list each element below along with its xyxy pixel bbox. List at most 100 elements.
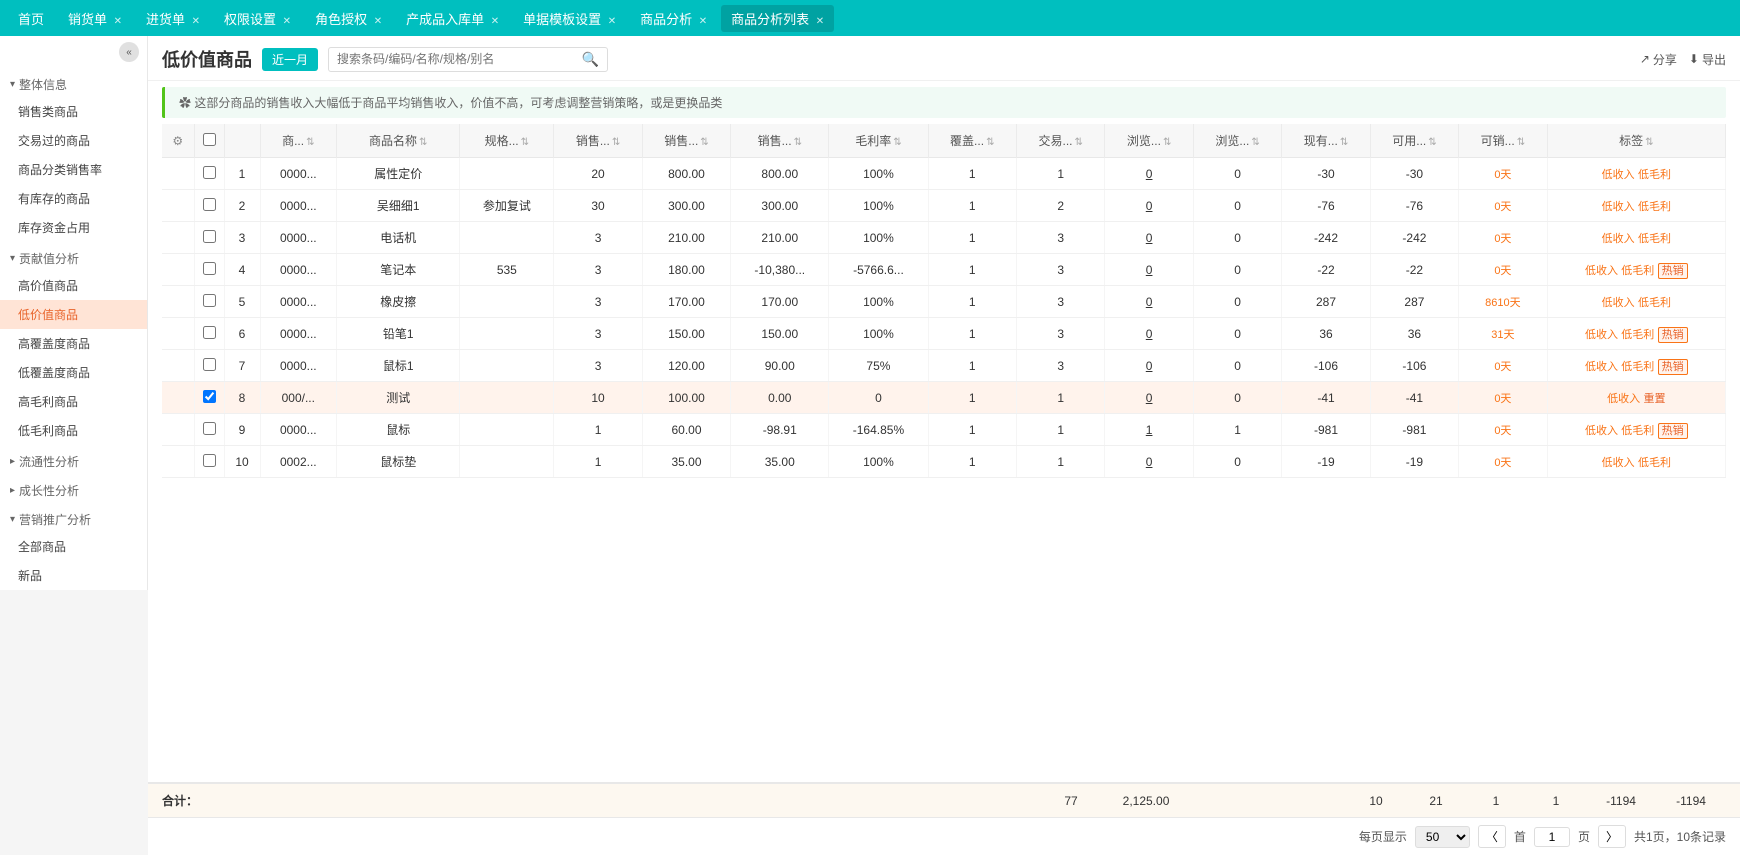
- sidebar-collapse-button[interactable]: «: [119, 42, 139, 62]
- close-product-inbound-icon[interactable]: ✕: [491, 16, 499, 27]
- close-product-analysis-list-icon[interactable]: ✕: [816, 16, 824, 27]
- sidebar-group-marketing[interactable]: ▾ 营销推广分析: [0, 503, 147, 532]
- select-all-checkbox[interactable]: [203, 133, 216, 146]
- browse1-link[interactable]: 0: [1146, 263, 1153, 277]
- nav-role-auth[interactable]: 角色授权 ✕: [305, 5, 392, 32]
- table-row: 3 0000... 电话机 3 210.00 210.00 100% 1 3 0…: [162, 222, 1726, 254]
- close-purchase-order-icon[interactable]: ✕: [192, 16, 200, 27]
- browse1-link[interactable]: 0: [1146, 391, 1153, 405]
- sidebar-group-overall-info[interactable]: ▾ 整体信息: [0, 68, 147, 97]
- table-container[interactable]: ⚙ 商...⇅ 商品名称⇅ 规格...⇅ 销售...⇅ 销售...⇅ 销售...…: [148, 124, 1740, 782]
- per-page-select[interactable]: 50 100: [1415, 826, 1470, 848]
- browse1-link[interactable]: 0: [1146, 359, 1153, 373]
- row-checkbox[interactable]: [203, 358, 216, 371]
- cell-browse1[interactable]: 0: [1105, 222, 1193, 254]
- sidebar-item-stock-products[interactable]: 有库存的商品: [0, 184, 147, 213]
- total-sales-qty: 77: [1036, 794, 1106, 808]
- nav-product-analysis-list[interactable]: 商品分析列表 ✕: [721, 5, 834, 32]
- th-gear[interactable]: ⚙: [162, 124, 194, 158]
- export-button[interactable]: ⬇ 导出: [1689, 51, 1726, 68]
- cell-browse1[interactable]: 0: [1105, 446, 1193, 478]
- next-page-button[interactable]: 〉: [1598, 825, 1626, 848]
- browse1-link[interactable]: 0: [1146, 327, 1153, 341]
- search-input[interactable]: [337, 52, 577, 66]
- nav-purchase-order[interactable]: 进货单 ✕: [136, 5, 210, 32]
- row-checkbox[interactable]: [203, 390, 216, 403]
- cell-browse1[interactable]: 0: [1105, 190, 1193, 222]
- th-gross-rate[interactable]: 毛利率⇅: [829, 124, 928, 158]
- sidebar-item-all-products[interactable]: 全部商品: [0, 532, 147, 561]
- cell-browse1[interactable]: 1: [1105, 414, 1193, 446]
- nav-product-analysis[interactable]: 商品分析 ✕: [630, 5, 717, 32]
- th-available[interactable]: 可用...⇅: [1370, 124, 1458, 158]
- cell-num: 5: [224, 286, 260, 318]
- row-checkbox[interactable]: [203, 230, 216, 243]
- th-sellable[interactable]: 可销...⇅: [1459, 124, 1547, 158]
- cell-browse1[interactable]: 0: [1105, 318, 1193, 350]
- cell-sales-amt: 210.00: [642, 222, 730, 254]
- sidebar-item-low-coverage[interactable]: 低覆盖度商品: [0, 358, 147, 387]
- close-sales-order-icon[interactable]: ✕: [114, 16, 122, 27]
- sidebar-item-new-products[interactable]: 新品: [0, 561, 147, 590]
- th-sales-qty[interactable]: 销售...⇅: [554, 124, 642, 158]
- row-checkbox[interactable]: [203, 422, 216, 435]
- nav-permissions[interactable]: 权限设置 ✕: [214, 5, 301, 32]
- th-code[interactable]: 商...⇅: [260, 124, 337, 158]
- th-coverage[interactable]: 覆盖...⇅: [928, 124, 1016, 158]
- page-number-input[interactable]: [1534, 827, 1570, 847]
- days-label: 0天: [1494, 425, 1511, 437]
- cell-browse1[interactable]: 0: [1105, 158, 1193, 190]
- browse1-link[interactable]: 0: [1146, 295, 1153, 309]
- sidebar-group-growth[interactable]: ▸ 成长性分析: [0, 474, 147, 503]
- time-filter-button[interactable]: 近一月: [262, 48, 318, 71]
- nav-template-settings[interactable]: 单据模板设置 ✕: [513, 5, 626, 32]
- th-tags[interactable]: 标签⇅: [1547, 124, 1725, 158]
- nav-sales-order[interactable]: 销货单 ✕: [58, 5, 132, 32]
- browse1-link[interactable]: 0: [1146, 167, 1153, 181]
- cell-browse1[interactable]: 0: [1105, 350, 1193, 382]
- close-template-icon[interactable]: ✕: [608, 16, 616, 27]
- sidebar-item-high-coverage[interactable]: 高覆盖度商品: [0, 329, 147, 358]
- th-browse2[interactable]: 浏览...⇅: [1193, 124, 1281, 158]
- th-current-stock[interactable]: 现有...⇅: [1282, 124, 1370, 158]
- th-browse1[interactable]: 浏览...⇅: [1105, 124, 1193, 158]
- th-sales-amt[interactable]: 销售...⇅: [642, 124, 730, 158]
- row-checkbox[interactable]: [203, 198, 216, 211]
- sidebar-group-liquidity[interactable]: ▸ 流通性分析: [0, 445, 147, 474]
- browse1-link[interactable]: 0: [1146, 231, 1153, 245]
- row-checkbox[interactable]: [203, 294, 216, 307]
- row-checkbox[interactable]: [203, 166, 216, 179]
- share-button[interactable]: ↗ 分享: [1640, 51, 1677, 68]
- table-row: 1 0000... 属性定价 20 800.00 800.00 100% 1 1…: [162, 158, 1726, 190]
- sidebar-item-high-profit[interactable]: 高毛利商品: [0, 387, 147, 416]
- browse1-link[interactable]: 0: [1146, 199, 1153, 213]
- th-trade[interactable]: 交易...⇅: [1016, 124, 1104, 158]
- sidebar-item-category-sales-rate[interactable]: 商品分类销售率: [0, 155, 147, 184]
- th-sales-profit[interactable]: 销售...⇅: [731, 124, 829, 158]
- cell-browse1[interactable]: 0: [1105, 254, 1193, 286]
- cell-browse1[interactable]: 0: [1105, 286, 1193, 318]
- sidebar-item-low-value[interactable]: 低价值商品: [0, 300, 147, 329]
- close-role-auth-icon[interactable]: ✕: [374, 16, 382, 27]
- row-checkbox[interactable]: [203, 262, 216, 275]
- sidebar-item-stock-funds[interactable]: 库存资金占用: [0, 213, 147, 242]
- nav-product-inbound[interactable]: 产成品入库单 ✕: [396, 5, 509, 32]
- sidebar-item-high-value[interactable]: 高价值商品: [0, 271, 147, 300]
- sidebar-group-contribution[interactable]: ▾ 贡献值分析: [0, 242, 147, 271]
- cell-browse1[interactable]: 0: [1105, 382, 1193, 414]
- gear-icon[interactable]: ⚙: [172, 134, 183, 148]
- close-permissions-icon[interactable]: ✕: [283, 16, 291, 27]
- browse1-link[interactable]: 1: [1146, 423, 1153, 437]
- first-page-button[interactable]: 〈: [1478, 825, 1506, 848]
- sidebar-item-traded-products[interactable]: 交易过的商品: [0, 126, 147, 155]
- sidebar-item-sales-products[interactable]: 销售类商品: [0, 97, 147, 126]
- row-checkbox[interactable]: [203, 454, 216, 467]
- sidebar-item-low-profit[interactable]: 低毛利商品: [0, 416, 147, 445]
- th-spec[interactable]: 规格...⇅: [460, 124, 554, 158]
- browse1-link[interactable]: 0: [1146, 455, 1153, 469]
- nav-home[interactable]: 首页: [8, 5, 54, 32]
- row-checkbox[interactable]: [203, 326, 216, 339]
- close-product-analysis-icon[interactable]: ✕: [699, 16, 707, 27]
- search-icon[interactable]: 🔍: [582, 51, 599, 68]
- th-name[interactable]: 商品名称⇅: [337, 124, 460, 158]
